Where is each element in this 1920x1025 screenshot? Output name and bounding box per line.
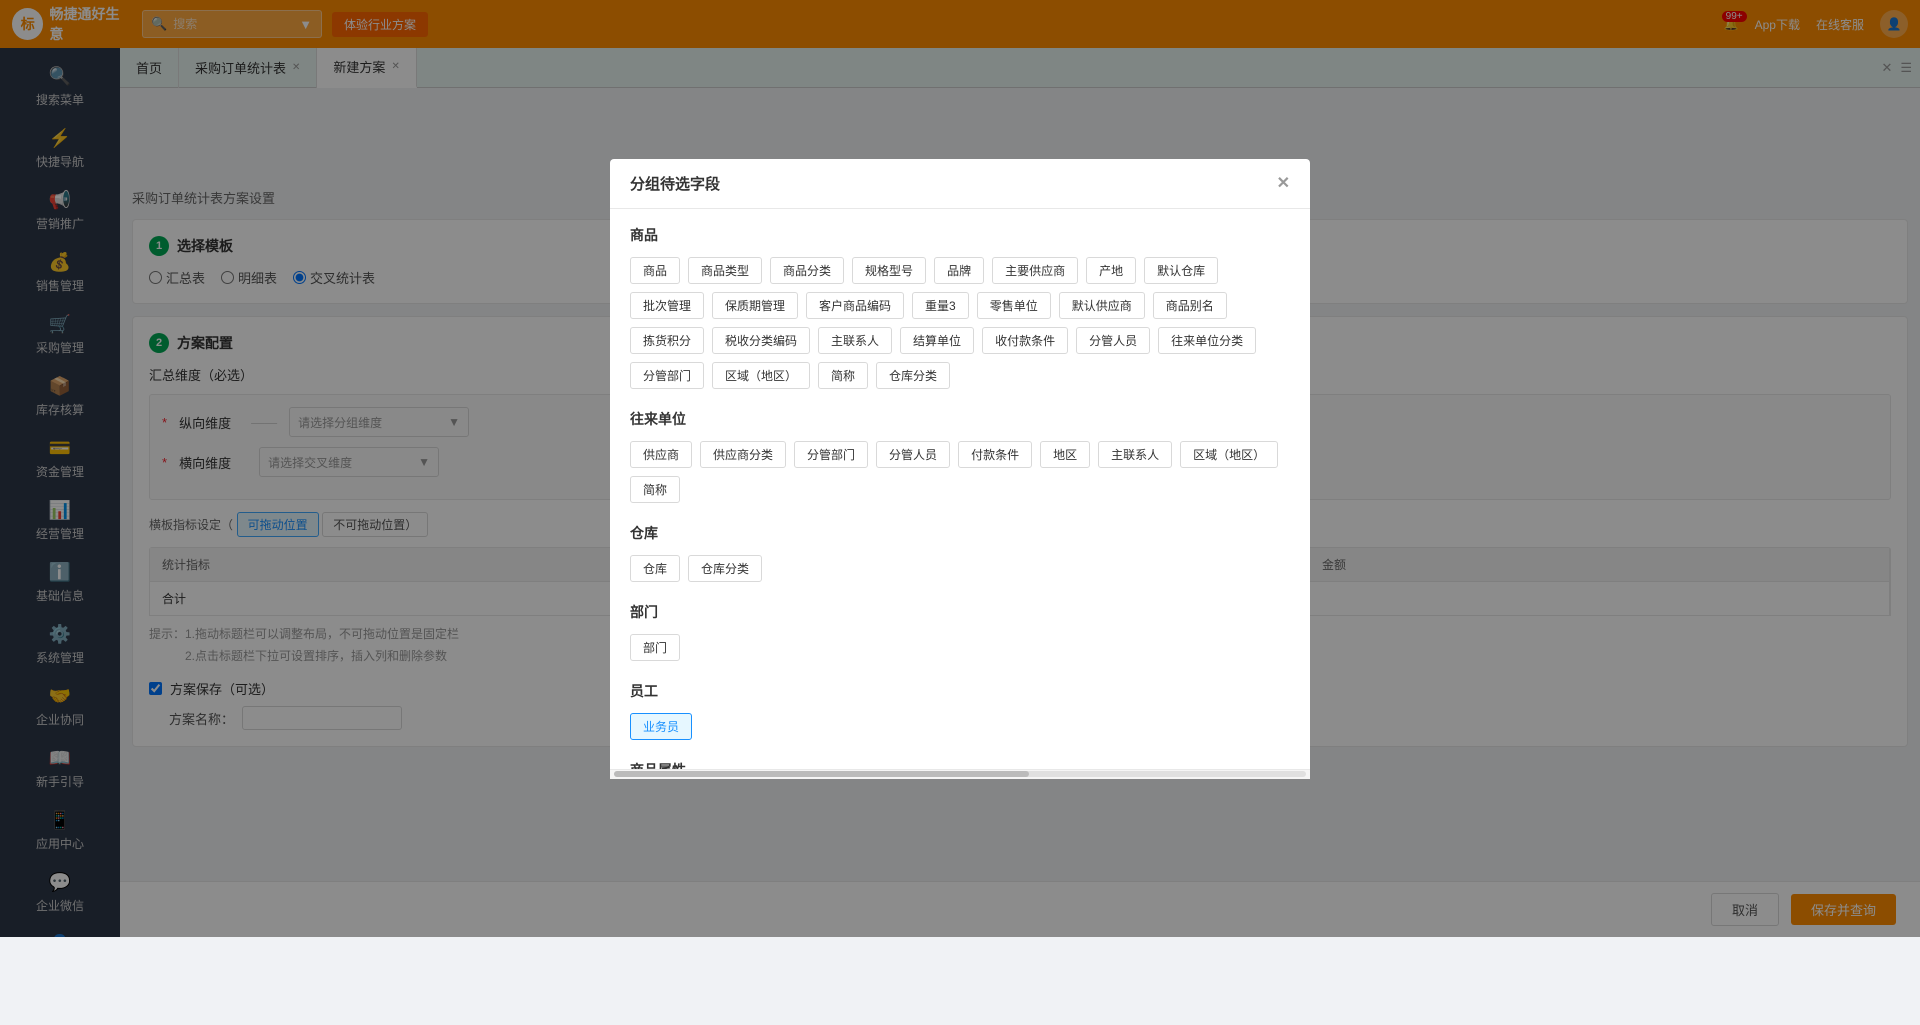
field-tag-spec-type[interactable]: 规格型号 [852, 257, 926, 284]
partner-section-title: 往来单位 [630, 409, 1290, 429]
field-tag-warehouse-category[interactable]: 仓库分类 [876, 362, 950, 389]
field-tag-salesperson[interactable]: 业务员 [630, 713, 692, 740]
scrollbar-thumb[interactable] [614, 771, 1029, 777]
modal-header: 分组待选字段 ✕ [610, 159, 1310, 209]
modal: 分组待选字段 ✕ 商品 商品 商品类型 商品分类 规格型号 品牌 主要供应商 产… [610, 159, 1310, 779]
product-section: 商品 商品 商品类型 商品分类 规格型号 品牌 主要供应商 产地 默认仓库 批次… [630, 225, 1290, 389]
department-section-title: 部门 [630, 602, 1290, 622]
field-tag-product-type[interactable]: 商品类型 [688, 257, 762, 284]
field-tag-retail-unit[interactable]: 零售单位 [977, 292, 1051, 319]
field-tag-supplier-category[interactable]: 供应商分类 [700, 441, 786, 468]
field-tag-default-warehouse[interactable]: 默认仓库 [1144, 257, 1218, 284]
field-tag-region-location[interactable]: 区域（地区） [712, 362, 810, 389]
field-tag-abbr[interactable]: 简称 [630, 476, 680, 503]
modal-bottom-scrollbar [610, 769, 1310, 779]
scrollbar-track [614, 771, 1306, 777]
field-tag-product-alias[interactable]: 商品别名 [1153, 292, 1227, 319]
product-attr-section-title: 商品属性 [630, 760, 1290, 769]
field-tag-default-supplier[interactable]: 默认供应商 [1059, 292, 1145, 319]
field-tag-tax-category-code[interactable]: 税收分类编码 [712, 327, 810, 354]
field-tag-manager[interactable]: 分管人员 [1076, 327, 1150, 354]
field-tag-from-unit-category[interactable]: 往来单位分类 [1158, 327, 1256, 354]
field-tag-main-supplier[interactable]: 主要供应商 [992, 257, 1078, 284]
partner-field-tags: 供应商 供应商分类 分管部门 分管人员 付款条件 地区 主联系人 区域（地区） … [630, 441, 1290, 503]
modal-title: 分组待选字段 [630, 173, 720, 194]
warehouse-section: 仓库 仓库 仓库分类 [630, 523, 1290, 582]
field-tag-dept-person[interactable]: 分管人员 [876, 441, 950, 468]
field-tag-batch-mgmt[interactable]: 批次管理 [630, 292, 704, 319]
field-tag-payment-terms[interactable]: 收付款条件 [982, 327, 1068, 354]
field-tag-customer-code[interactable]: 客户商品编码 [806, 292, 904, 319]
field-tag-product-category[interactable]: 商品分类 [770, 257, 844, 284]
warehouse-section-title: 仓库 [630, 523, 1290, 543]
field-tag-pickup-points[interactable]: 拣货积分 [630, 327, 704, 354]
warehouse-field-tags: 仓库 仓库分类 [630, 555, 1290, 582]
field-tag-brand[interactable]: 品牌 [934, 257, 984, 284]
field-tag-payment-condition[interactable]: 付款条件 [958, 441, 1032, 468]
product-field-tags: 商品 商品类型 商品分类 规格型号 品牌 主要供应商 产地 默认仓库 批次管理 … [630, 257, 1290, 389]
employee-section: 员工 业务员 [630, 681, 1290, 740]
department-field-tags: 部门 [630, 634, 1290, 661]
field-tag-dept[interactable]: 分管部门 [794, 441, 868, 468]
field-tag-area[interactable]: 地区 [1040, 441, 1090, 468]
field-tag-department[interactable]: 部门 [630, 634, 680, 661]
field-tag-quality-mgmt[interactable]: 保质期管理 [712, 292, 798, 319]
field-tag-origin[interactable]: 产地 [1086, 257, 1136, 284]
employee-section-title: 员工 [630, 681, 1290, 701]
employee-field-tags: 业务员 [630, 713, 1290, 740]
field-tag-area-region[interactable]: 区域（地区） [1180, 441, 1278, 468]
partner-section: 往来单位 供应商 供应商分类 分管部门 分管人员 付款条件 地区 主联系人 区域… [630, 409, 1290, 503]
field-tag-product[interactable]: 商品 [630, 257, 680, 284]
field-tag-short-name[interactable]: 简称 [818, 362, 868, 389]
field-tag-settlement-unit[interactable]: 结算单位 [900, 327, 974, 354]
field-tag-mgmt-dept[interactable]: 分管部门 [630, 362, 704, 389]
field-tag-weight3[interactable]: 重量3 [912, 292, 969, 319]
modal-body: 商品 商品 商品类型 商品分类 规格型号 品牌 主要供应商 产地 默认仓库 批次… [610, 209, 1310, 769]
product-attr-section: 商品属性 属性 颜色 多规格 尺码 鞋码 1 [630, 760, 1290, 769]
field-tag-main-contact[interactable]: 主联系人 [818, 327, 892, 354]
field-tag-supplier[interactable]: 供应商 [630, 441, 692, 468]
department-section: 部门 部门 [630, 602, 1290, 661]
product-section-title: 商品 [630, 225, 1290, 245]
field-tag-contact-person[interactable]: 主联系人 [1098, 441, 1172, 468]
field-tag-wh[interactable]: 仓库 [630, 555, 680, 582]
modal-close-button[interactable]: ✕ [1277, 173, 1290, 193]
field-tag-wh-category[interactable]: 仓库分类 [688, 555, 762, 582]
modal-overlay[interactable]: 分组待选字段 ✕ 商品 商品 商品类型 商品分类 规格型号 品牌 主要供应商 产… [0, 0, 1920, 937]
